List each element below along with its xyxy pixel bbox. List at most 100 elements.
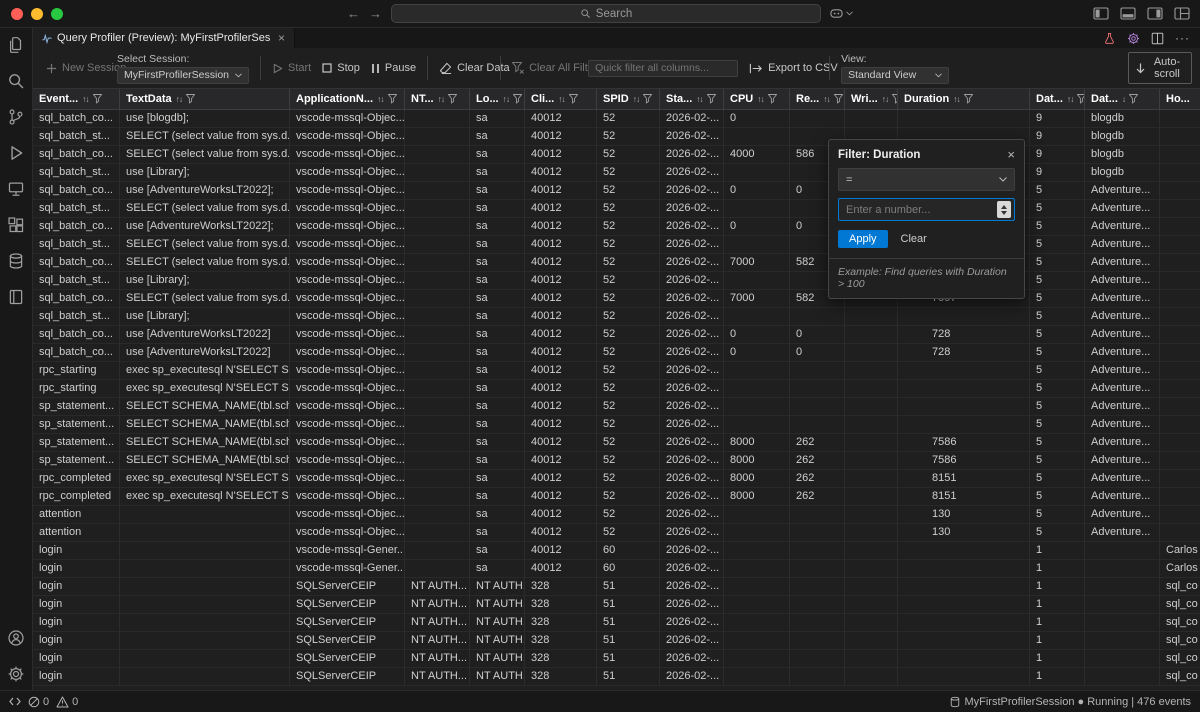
filter-icon[interactable] bbox=[643, 94, 652, 104]
filter-icon[interactable] bbox=[1077, 94, 1085, 104]
filter-icon[interactable] bbox=[834, 94, 843, 104]
more-actions-icon[interactable]: ··· bbox=[1175, 31, 1190, 45]
sort-icon[interactable]: ↑↓ bbox=[558, 94, 565, 104]
column-header[interactable]: NT...↑↓ bbox=[405, 89, 470, 109]
source-control-icon[interactable] bbox=[4, 107, 28, 127]
tab-query-profiler[interactable]: Query Profiler (Preview): MyFirstProfile… bbox=[33, 28, 295, 48]
column-header[interactable]: Lo...↑↓ bbox=[470, 89, 525, 109]
profiler-flask-icon[interactable] bbox=[1103, 32, 1116, 45]
filter-icon[interactable] bbox=[964, 94, 973, 104]
sort-icon[interactable]: ↑↓ bbox=[1067, 94, 1074, 104]
sort-icon[interactable]: ↑↓ bbox=[633, 94, 640, 104]
table-row[interactable]: attentionvscode-mssql-Objec...sa40012522… bbox=[33, 524, 1200, 542]
minimize-window-button[interactable] bbox=[31, 8, 43, 20]
session-select[interactable]: MyFirstProfilerSession bbox=[117, 67, 249, 84]
toggle-panel-right-icon[interactable] bbox=[1147, 7, 1163, 20]
column-header[interactable]: Wri...↑↓ bbox=[845, 89, 898, 109]
table-row[interactable]: loginSQLServerCEIPNT AUTH...NT AUTH...32… bbox=[33, 614, 1200, 632]
table-row[interactable]: sp_statement...SELECT SCHEMA_NAME(tbl.sc… bbox=[33, 452, 1200, 470]
table-row[interactable]: loginSQLServerCEIPNT AUTH...NT AUTH...32… bbox=[33, 668, 1200, 686]
account-icon[interactable] bbox=[4, 628, 28, 648]
copilot-menu[interactable] bbox=[830, 8, 853, 19]
filter-icon[interactable] bbox=[93, 94, 102, 104]
command-center-search[interactable]: Search bbox=[391, 4, 821, 23]
clear-button[interactable]: Clear bbox=[897, 230, 931, 248]
close-icon[interactable]: × bbox=[278, 31, 285, 45]
remote-indicator-icon[interactable] bbox=[9, 696, 21, 707]
sort-icon[interactable]: ↑↓ bbox=[438, 94, 445, 104]
operator-select[interactable]: = bbox=[838, 168, 1015, 191]
sql-connections-icon[interactable] bbox=[4, 179, 28, 199]
extension-gear-icon[interactable] bbox=[1127, 32, 1140, 45]
table-row[interactable]: sp_statement...SELECT SCHEMA_NAME(tbl.sc… bbox=[33, 398, 1200, 416]
table-row[interactable]: sp_statement...SELECT SCHEMA_NAME(tbl.sc… bbox=[33, 416, 1200, 434]
split-editor-icon[interactable] bbox=[1151, 32, 1164, 45]
export-csv-button[interactable]: Export to CSV bbox=[749, 62, 818, 74]
table-row[interactable]: loginvscode-mssql-Gener...sa40012602026-… bbox=[33, 560, 1200, 578]
table-row[interactable]: sql_batch_co...use [AdventureWorksLT2022… bbox=[33, 326, 1200, 344]
run-debug-icon[interactable] bbox=[4, 143, 28, 163]
profiler-session-status[interactable]: MyFirstProfilerSession ● Running | 476 e… bbox=[949, 696, 1191, 708]
filter-icon[interactable] bbox=[1129, 94, 1138, 104]
notebooks-icon[interactable] bbox=[4, 287, 28, 307]
stepper-up-icon[interactable] bbox=[1001, 205, 1007, 209]
errors-status[interactable]: 0 bbox=[28, 696, 49, 708]
table-row[interactable]: loginvscode-mssql-Gener...sa40012602026-… bbox=[33, 542, 1200, 560]
new-session-button[interactable]: New Session bbox=[46, 62, 106, 74]
apply-button[interactable]: Apply bbox=[838, 230, 888, 248]
extensions-icon[interactable] bbox=[4, 215, 28, 235]
view-select[interactable]: Standard View bbox=[841, 67, 949, 84]
sort-icon[interactable]: ↑↓ bbox=[82, 94, 89, 104]
filter-value-input[interactable] bbox=[841, 204, 997, 216]
pause-button[interactable]: Pause bbox=[371, 62, 416, 74]
table-row[interactable]: sql_batch_co...use [blogdb];vscode-mssql… bbox=[33, 110, 1200, 128]
auto-scroll-button[interactable]: Auto-scroll bbox=[1128, 52, 1192, 84]
column-header[interactable]: Dat...↓ bbox=[1085, 89, 1160, 109]
table-row[interactable]: attentionvscode-mssql-Objec...sa40012522… bbox=[33, 506, 1200, 524]
column-header[interactable]: Duration↑↓ bbox=[898, 89, 1030, 109]
filter-icon[interactable] bbox=[768, 94, 777, 104]
sort-icon[interactable]: ↑↓ bbox=[882, 94, 889, 104]
column-header[interactable]: Re...↑↓ bbox=[790, 89, 845, 109]
column-header[interactable]: CPU↑↓ bbox=[724, 89, 790, 109]
toggle-panel-bottom-icon[interactable] bbox=[1120, 7, 1136, 20]
close-icon[interactable]: × bbox=[1007, 148, 1015, 161]
column-header[interactable]: TextData↑↓ bbox=[120, 89, 290, 109]
back-arrow-icon[interactable]: ← bbox=[347, 7, 360, 20]
table-row[interactable]: rpc_completedexec sp_executesql N'SELECT… bbox=[33, 488, 1200, 506]
table-row[interactable]: rpc_startingexec sp_executesql N'SELECT … bbox=[33, 380, 1200, 398]
sort-icon[interactable]: ↑↓ bbox=[757, 94, 764, 104]
table-row[interactable]: sql_batch_co...use [AdventureWorksLT2022… bbox=[33, 344, 1200, 362]
quick-filter-input[interactable] bbox=[588, 60, 738, 77]
table-row[interactable]: sp_statement...SELECT SCHEMA_NAME(tbl.sc… bbox=[33, 434, 1200, 452]
table-row[interactable]: loginSQLServerCEIPNT AUTH...NT AUTH...32… bbox=[33, 632, 1200, 650]
table-row[interactable]: rpc_startingexec sp_executesql N'SELECT … bbox=[33, 362, 1200, 380]
settings-gear-icon[interactable] bbox=[4, 664, 28, 684]
column-header[interactable]: Dat...↑↓ bbox=[1030, 89, 1085, 109]
column-header[interactable]: SPID↑↓ bbox=[597, 89, 660, 109]
column-header[interactable]: Cli...↑↓ bbox=[525, 89, 597, 109]
close-window-button[interactable] bbox=[11, 8, 23, 20]
stop-button[interactable]: Stop bbox=[322, 62, 360, 74]
warnings-status[interactable]: 0 bbox=[56, 696, 78, 708]
filter-icon[interactable] bbox=[388, 94, 397, 104]
filter-icon[interactable] bbox=[513, 94, 522, 104]
column-header[interactable]: Event...↑↓ bbox=[33, 89, 120, 109]
start-button[interactable]: Start bbox=[272, 62, 311, 74]
table-row[interactable]: rpc_completedexec sp_executesql N'SELECT… bbox=[33, 470, 1200, 488]
sort-icon[interactable]: ↑↓ bbox=[503, 94, 510, 104]
column-header[interactable]: Ho... bbox=[1160, 89, 1200, 109]
table-row[interactable]: loginSQLServerCEIPNT AUTH...NT AUTH...32… bbox=[33, 578, 1200, 596]
filter-icon[interactable] bbox=[448, 94, 457, 104]
sort-icon[interactable]: ↑↓ bbox=[696, 94, 703, 104]
table-row[interactable]: loginSQLServerCEIPNT AUTH...NT AUTH...32… bbox=[33, 596, 1200, 614]
sort-icon[interactable]: ↓ bbox=[1122, 94, 1125, 104]
clear-all-filters-button[interactable]: Clear All Filters bbox=[512, 62, 577, 74]
column-header[interactable]: Sta...↑↓ bbox=[660, 89, 724, 109]
explorer-icon[interactable] bbox=[4, 35, 28, 55]
maximize-window-button[interactable] bbox=[51, 8, 63, 20]
filter-icon[interactable] bbox=[186, 94, 195, 104]
search-sidebar-icon[interactable] bbox=[4, 71, 28, 91]
sort-icon[interactable]: ↑↓ bbox=[953, 94, 960, 104]
sort-icon[interactable]: ↑↓ bbox=[377, 94, 384, 104]
